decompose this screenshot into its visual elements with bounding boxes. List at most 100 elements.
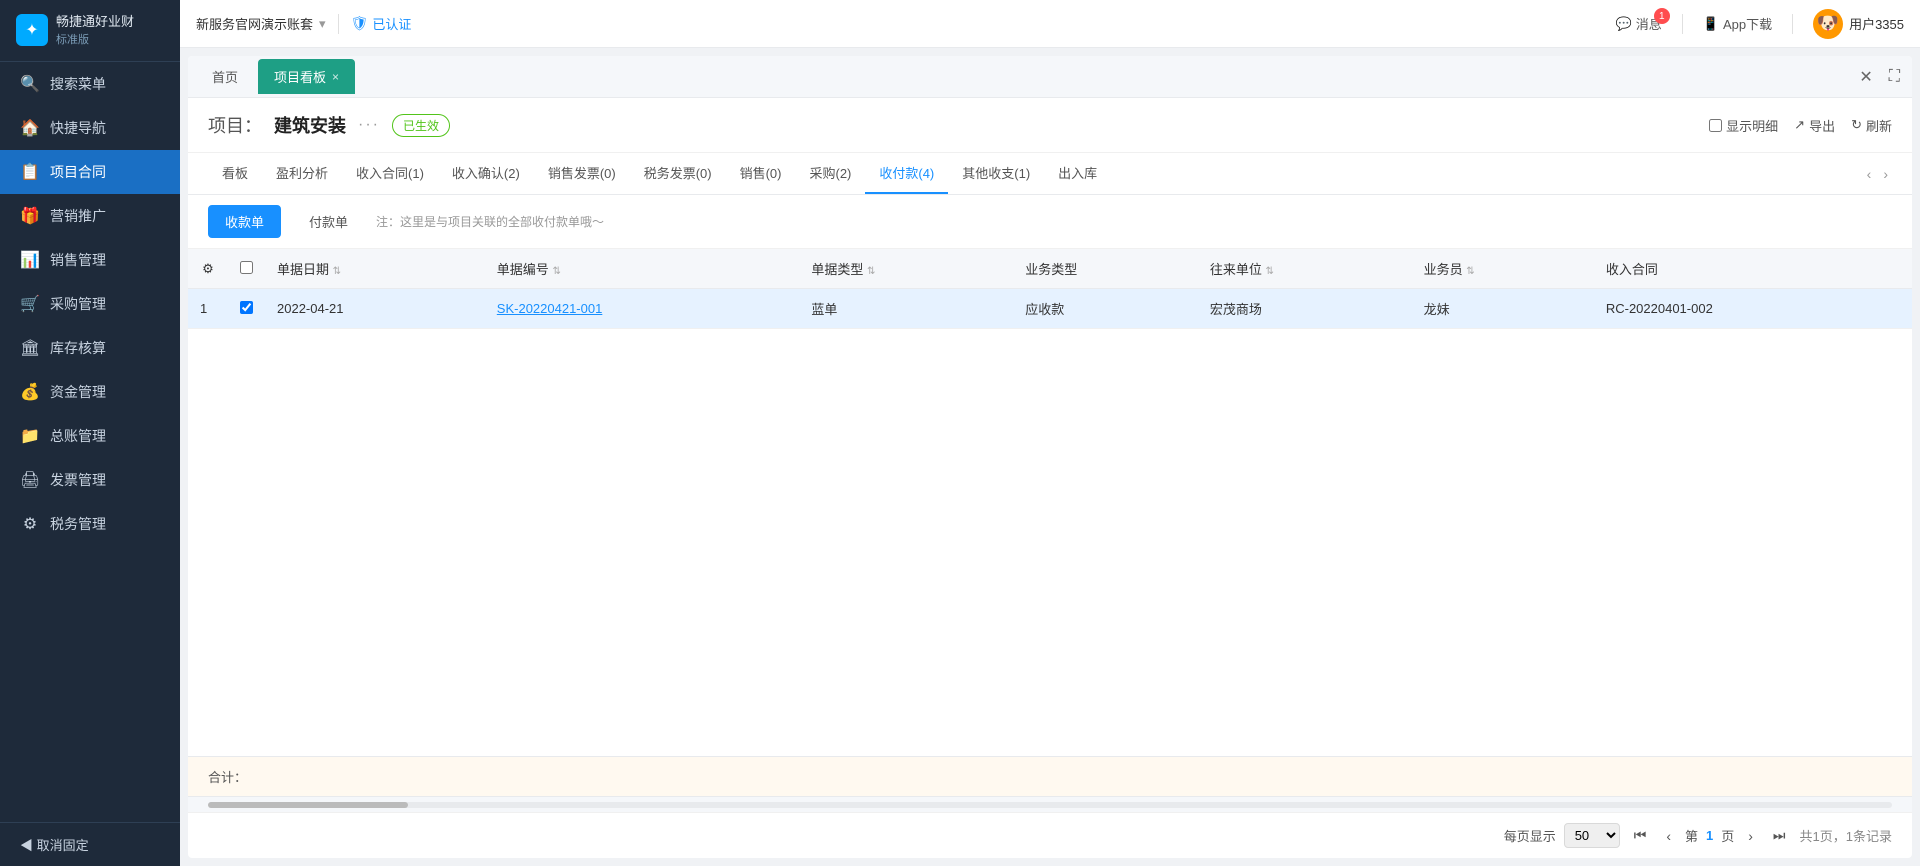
table-row[interactable]: 1 2022-04-21 SK-20220421-001 蓝单 应收款 宏茂商场… — [188, 289, 1912, 329]
sidebar-item-sales[interactable]: 📊 销售管理 — [0, 238, 180, 282]
nav-tab-other-expense[interactable]: 其他收支(1) — [948, 153, 1044, 194]
page-size-select[interactable]: 50 100 200 — [1564, 823, 1620, 848]
col-type: 单据类型 ⇅ — [799, 249, 1013, 289]
number-sort-icon[interactable]: ⇅ — [552, 266, 560, 277]
user-menu[interactable]: 🐶 用户3355 — [1813, 9, 1904, 39]
cart-icon: 🛒 — [20, 294, 40, 314]
page-word2: 页 — [1721, 826, 1734, 845]
type-sort-icon[interactable]: ⇅ — [867, 266, 875, 277]
tab-project-board[interactable]: 项目看板 × — [258, 59, 355, 94]
row-biz-type: 应收款 — [1013, 289, 1198, 329]
page-size-label: 每页显示 — [1504, 826, 1556, 845]
nav-prev-button[interactable]: ‹ — [1863, 162, 1876, 186]
nav-tab-kanban[interactable]: 看板 — [208, 153, 262, 194]
counterpart-sort-icon[interactable]: ⇅ — [1265, 266, 1273, 277]
tab-close-icon[interactable]: × — [332, 70, 339, 84]
receipt-tab-button[interactable]: 收款单 — [208, 205, 281, 238]
tab-actions: ✕ ⛶ — [1855, 63, 1904, 91]
show-detail-checkbox[interactable]: 显示明细 — [1709, 116, 1778, 135]
chart-icon: 📊 — [20, 250, 40, 270]
scrollbar-area — [188, 796, 1912, 812]
gift-icon: 🎁 — [20, 206, 40, 226]
main-area: 新服务官网演示账套 ▾ 🛡 已认证 💬 消息 1 📱 App下载 🐶 用户335… — [180, 0, 1920, 866]
sidebar-item-funds[interactable]: 💰 资金管理 — [0, 370, 180, 414]
sidebar-item-ledger[interactable]: 📁 总账管理 — [0, 414, 180, 458]
payment-tab-button[interactable]: 付款单 — [293, 206, 364, 237]
inventory-icon: 🏛 — [20, 338, 40, 358]
nav-tab-income-contract[interactable]: 收入合同(1) — [342, 153, 438, 194]
content-card: 首页 项目看板 × ✕ ⛶ 项目： 建筑安装 ··· 已生效 显示明细 — [188, 56, 1912, 858]
total-info: 共1页，1条记录 — [1800, 826, 1892, 845]
salesperson-sort-icon[interactable]: ⇅ — [1466, 266, 1474, 277]
row-type: 蓝单 — [799, 289, 1013, 329]
prev-page-button[interactable]: ‹ — [1660, 825, 1677, 847]
scrollbar-track[interactable] — [208, 802, 1892, 808]
phone-icon: 📱 — [1703, 16, 1719, 32]
table-header-row: ⚙ 单据日期 ⇅ 单据编号 ⇅ — [188, 249, 1912, 289]
project-more-button[interactable]: ··· — [358, 116, 380, 134]
last-page-button[interactable]: ⏭ — [1767, 824, 1792, 847]
nav-tab-tax-invoice[interactable]: 税务发票(0) — [630, 153, 726, 194]
message-button[interactable]: 💬 消息 1 — [1616, 14, 1662, 33]
app-logo-icon: ✦ — [16, 14, 48, 46]
select-all-checkbox[interactable] — [240, 261, 253, 274]
nav-tab-sales-invoice[interactable]: 销售发票(0) — [534, 153, 630, 194]
export-button[interactable]: ↗ 导出 — [1794, 116, 1835, 135]
date-sort-icon[interactable]: ⇅ — [333, 266, 341, 277]
sub-tabs: 收款单 付款单 注：这里是与项目关联的全部收付款单哦～ — [188, 195, 1912, 249]
divider2 — [1682, 14, 1683, 34]
row-checkbox[interactable] — [240, 301, 253, 314]
divider3 — [1792, 14, 1793, 34]
project-actions: 显示明细 ↗ 导出 ↻ 刷新 — [1709, 116, 1892, 135]
first-page-button[interactable]: ⏮ — [1628, 824, 1653, 847]
nav-tab-io[interactable]: 出入库 — [1044, 153, 1111, 194]
nav-tab-sales[interactable]: 销售(0) — [726, 153, 796, 194]
refresh-button[interactable]: ↻ 刷新 — [1851, 116, 1892, 135]
next-page-button[interactable]: › — [1742, 825, 1759, 847]
account-selector[interactable]: 新服务官网演示账套 ▾ — [196, 14, 326, 33]
app-download-button[interactable]: 📱 App下载 — [1703, 14, 1772, 33]
project-name: 建筑安装 — [274, 112, 346, 138]
sidebar-item-invoice[interactable]: 🖨 发票管理 — [0, 458, 180, 502]
nav-tab-purchase[interactable]: 采购(2) — [795, 153, 865, 194]
scrollbar-thumb[interactable] — [208, 802, 408, 808]
tab-home[interactable]: 首页 — [196, 59, 254, 94]
shield-icon: 🛡 — [351, 15, 369, 32]
col-salesperson: 业务员 ⇅ — [1412, 249, 1594, 289]
table-container: ⚙ 单据日期 ⇅ 单据编号 ⇅ — [188, 249, 1912, 756]
sidebar-item-purchase[interactable]: 🛒 采购管理 — [0, 282, 180, 326]
tab-maximize-button[interactable]: ⛶ — [1885, 63, 1904, 91]
sidebar-unpin-button[interactable]: ◀ 取消固定 — [0, 822, 180, 866]
col-number: 单据编号 ⇅ — [485, 249, 800, 289]
nav-tabs: 看板 盈利分析 收入合同(1) 收入确认(2) 销售发票(0) 税务发票(0) … — [188, 153, 1912, 195]
show-detail-input[interactable] — [1709, 119, 1722, 132]
col-settings[interactable]: ⚙ — [188, 249, 228, 289]
certified-badge: 🛡 已认证 — [351, 14, 412, 33]
current-page: 1 — [1706, 828, 1713, 843]
sidebar-item-search[interactable]: 🔍 搜索菜单 — [0, 62, 180, 106]
message-icon: 💬 — [1616, 16, 1632, 32]
row-number[interactable]: SK-20220421-001 — [485, 289, 800, 329]
settings-icon[interactable]: ⚙ — [202, 261, 214, 276]
sidebar-item-quicknav[interactable]: 🏠 快捷导航 — [0, 106, 180, 150]
nav-tab-income-confirm[interactable]: 收入确认(2) — [438, 153, 534, 194]
row-check[interactable] — [228, 289, 265, 329]
sidebar-item-contract[interactable]: 📋 项目合同 — [0, 150, 180, 194]
nav-tab-profit[interactable]: 盈利分析 — [262, 153, 342, 194]
nav-next-button[interactable]: › — [1879, 162, 1892, 186]
tab-bar: 首页 项目看板 × ✕ ⛶ — [188, 56, 1912, 98]
tab-close-window-button[interactable]: ✕ — [1855, 63, 1876, 91]
topbar: 新服务官网演示账套 ▾ 🛡 已认证 💬 消息 1 📱 App下载 🐶 用户335… — [180, 0, 1920, 48]
search-icon: 🔍 — [20, 74, 40, 94]
sidebar-item-marketing[interactable]: 🎁 营销推广 — [0, 194, 180, 238]
home-icon: 🏠 — [20, 118, 40, 138]
app-logo-text: 畅捷通好业财 标准版 — [56, 14, 134, 47]
sidebar-logo: ✦ 畅捷通好业财 标准版 — [0, 0, 180, 62]
nav-tab-receipt[interactable]: 收付款(4) — [865, 153, 948, 194]
col-counterpart: 往来单位 ⇅ — [1198, 249, 1412, 289]
sidebar-item-inventory[interactable]: 🏛 库存核算 — [0, 326, 180, 370]
pagination: 每页显示 50 100 200 ⏮ ‹ 第 1 页 › ⏭ 共1页，1条记录 — [188, 812, 1912, 858]
sidebar-item-tax[interactable]: ⚙ 税务管理 — [0, 502, 180, 546]
nav-arrows: ‹ › — [1863, 162, 1892, 186]
col-income-contract: 收入合同 — [1594, 249, 1912, 289]
